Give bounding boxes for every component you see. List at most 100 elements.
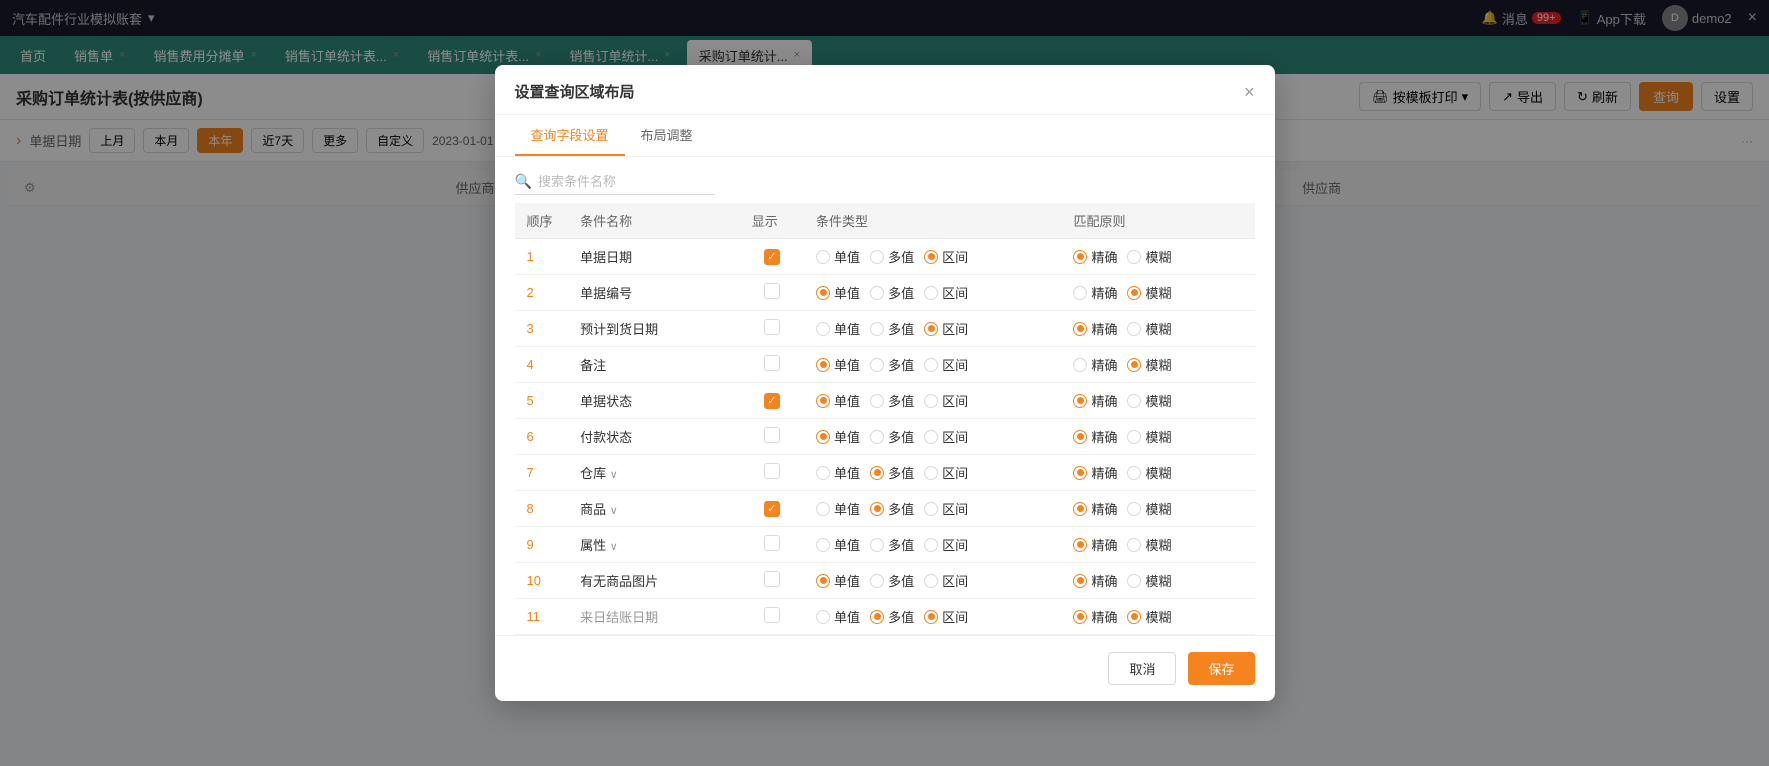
radio-match-match_fuzzy[interactable]: 模糊 — [1127, 283, 1171, 302]
cell-display — [740, 347, 804, 383]
cancel-btn[interactable]: 取消 — [1108, 652, 1176, 685]
radio-match-match_fuzzy[interactable]: 模糊 — [1127, 319, 1171, 338]
search-input[interactable] — [538, 174, 698, 189]
cell-match: 精确模糊 — [1061, 491, 1254, 527]
radio-type-type_multi[interactable]: 多值 — [870, 463, 914, 482]
radio-circle — [924, 358, 938, 372]
cell-order: 9 — [515, 527, 569, 563]
radio-circle — [816, 250, 830, 264]
radio-type-type_range[interactable]: 区间 — [924, 319, 968, 338]
radio-type-type_single[interactable]: 单值 — [816, 535, 860, 554]
radio-match-match_exact[interactable]: 精确 — [1073, 427, 1117, 446]
display-checkbox[interactable] — [764, 607, 780, 623]
radio-circle — [924, 574, 938, 588]
radio-type-type_single[interactable]: 单值 — [816, 463, 860, 482]
radio-type-type_multi[interactable]: 多值 — [870, 355, 914, 374]
radio-type-type_range[interactable]: 区间 — [924, 607, 968, 626]
radio-match-match_exact[interactable]: 精确 — [1073, 571, 1117, 590]
cell-match: 精确模糊 — [1061, 239, 1254, 275]
radio-match-match_fuzzy[interactable]: 模糊 — [1127, 247, 1171, 266]
radio-type-type_multi[interactable]: 多值 — [870, 607, 914, 626]
radio-match-match_exact[interactable]: 精确 — [1073, 355, 1117, 374]
radio-circle — [924, 610, 938, 624]
radio-match-match_exact[interactable]: 精确 — [1073, 391, 1117, 410]
display-checkbox[interactable] — [764, 319, 780, 335]
radio-type-type_range[interactable]: 区间 — [924, 355, 968, 374]
radio-type-type_range[interactable]: 区间 — [924, 427, 968, 446]
cell-name: 单据状态 — [568, 383, 740, 419]
radio-type-type_single[interactable]: 单值 — [816, 355, 860, 374]
radio-type-type_single[interactable]: 单值 — [816, 283, 860, 302]
display-checkbox[interactable] — [764, 355, 780, 371]
radio-match-match_fuzzy[interactable]: 模糊 — [1127, 499, 1171, 518]
radio-match-match_fuzzy[interactable]: 模糊 — [1127, 427, 1171, 446]
radio-type-type_multi[interactable]: 多值 — [870, 247, 914, 266]
radio-type-type_range[interactable]: 区间 — [924, 391, 968, 410]
dialog-close-btn[interactable]: × — [1244, 83, 1255, 101]
cell-name: 备注 — [568, 347, 740, 383]
radio-type-type_range[interactable]: 区间 — [924, 535, 968, 554]
radio-type-type_single[interactable]: 单值 — [816, 607, 860, 626]
radio-type-type_range[interactable]: 区间 — [924, 499, 968, 518]
radio-type-type_single[interactable]: 单值 — [816, 427, 860, 446]
radio-type-type_range[interactable]: 区间 — [924, 247, 968, 266]
display-checkbox[interactable] — [764, 463, 780, 479]
radio-type-type_multi[interactable]: 多值 — [870, 535, 914, 554]
radio-type-type_multi[interactable]: 多值 — [870, 499, 914, 518]
cell-type: 单值 多值区间 — [804, 275, 1061, 311]
display-checkbox[interactable] — [764, 571, 780, 587]
display-checkbox[interactable] — [764, 283, 780, 299]
dropdown-arrow: ∨ — [610, 541, 618, 553]
radio-type-type_single[interactable]: 单值 — [816, 319, 860, 338]
table-row: 8商品 ∨单值多值区间精确模糊 — [515, 491, 1255, 527]
settings-dialog: 设置查询区域布局 × 查询字段设置 布局调整 🔍 顺序 — [495, 65, 1275, 701]
radio-match-match_fuzzy[interactable]: 模糊 — [1127, 607, 1171, 626]
tab-layout[interactable]: 布局调整 — [625, 115, 709, 156]
display-checkbox[interactable] — [764, 535, 780, 551]
radio-type-type_single[interactable]: 单值 — [816, 571, 860, 590]
radio-type-type_range[interactable]: 区间 — [924, 283, 968, 302]
display-checkbox[interactable] — [764, 501, 780, 517]
radio-match-match_fuzzy[interactable]: 模糊 — [1127, 391, 1171, 410]
radio-type-type_single[interactable]: 单值 — [816, 391, 860, 410]
radio-type-type_single[interactable]: 单值 — [816, 247, 860, 266]
radio-circle — [1127, 466, 1141, 480]
display-checkbox[interactable] — [764, 393, 780, 409]
cell-display — [740, 383, 804, 419]
radio-circle — [924, 394, 938, 408]
radio-type-type_range[interactable]: 区间 — [924, 571, 968, 590]
radio-circle — [1073, 358, 1087, 372]
radio-match-match_fuzzy[interactable]: 模糊 — [1127, 355, 1171, 374]
table-header: 顺序 条件名称 显示 条件类型 匹配原则 — [515, 203, 1255, 239]
cell-name: 预计到货日期 — [568, 311, 740, 347]
radio-match-match_exact[interactable]: 精确 — [1073, 319, 1117, 338]
radio-type-type_multi[interactable]: 多值 — [870, 319, 914, 338]
radio-circle — [1073, 322, 1087, 336]
radio-label: 多值 — [888, 283, 914, 302]
radio-match-match_fuzzy[interactable]: 模糊 — [1127, 463, 1171, 482]
radio-match-match_exact[interactable]: 精确 — [1073, 283, 1117, 302]
cell-match: 精确模糊 — [1061, 599, 1254, 635]
radio-match-match_exact[interactable]: 精确 — [1073, 607, 1117, 626]
radio-type-type_multi[interactable]: 多值 — [870, 391, 914, 410]
radio-match-match_exact[interactable]: 精确 — [1073, 463, 1117, 482]
radio-match-match_fuzzy[interactable]: 模糊 — [1127, 571, 1171, 590]
display-checkbox[interactable] — [764, 249, 780, 265]
radio-label: 精确 — [1091, 319, 1117, 338]
radio-type-type_single[interactable]: 单值 — [816, 499, 860, 518]
radio-circle — [870, 574, 884, 588]
radio-label: 单值 — [834, 283, 860, 302]
radio-type-type_range[interactable]: 区间 — [924, 463, 968, 482]
save-btn[interactable]: 保存 — [1188, 652, 1254, 685]
display-checkbox[interactable] — [764, 427, 780, 443]
radio-type-type_multi[interactable]: 多值 — [870, 427, 914, 446]
radio-label: 精确 — [1091, 571, 1117, 590]
radio-match-match_exact[interactable]: 精确 — [1073, 535, 1117, 554]
radio-type-type_multi[interactable]: 多值 — [870, 283, 914, 302]
radio-match-match_exact[interactable]: 精确 — [1073, 499, 1117, 518]
radio-label: 模糊 — [1145, 319, 1171, 338]
radio-type-type_multi[interactable]: 多值 — [870, 571, 914, 590]
radio-match-match_exact[interactable]: 精确 — [1073, 247, 1117, 266]
radio-match-match_fuzzy[interactable]: 模糊 — [1127, 535, 1171, 554]
tab-fields[interactable]: 查询字段设置 — [515, 115, 625, 156]
